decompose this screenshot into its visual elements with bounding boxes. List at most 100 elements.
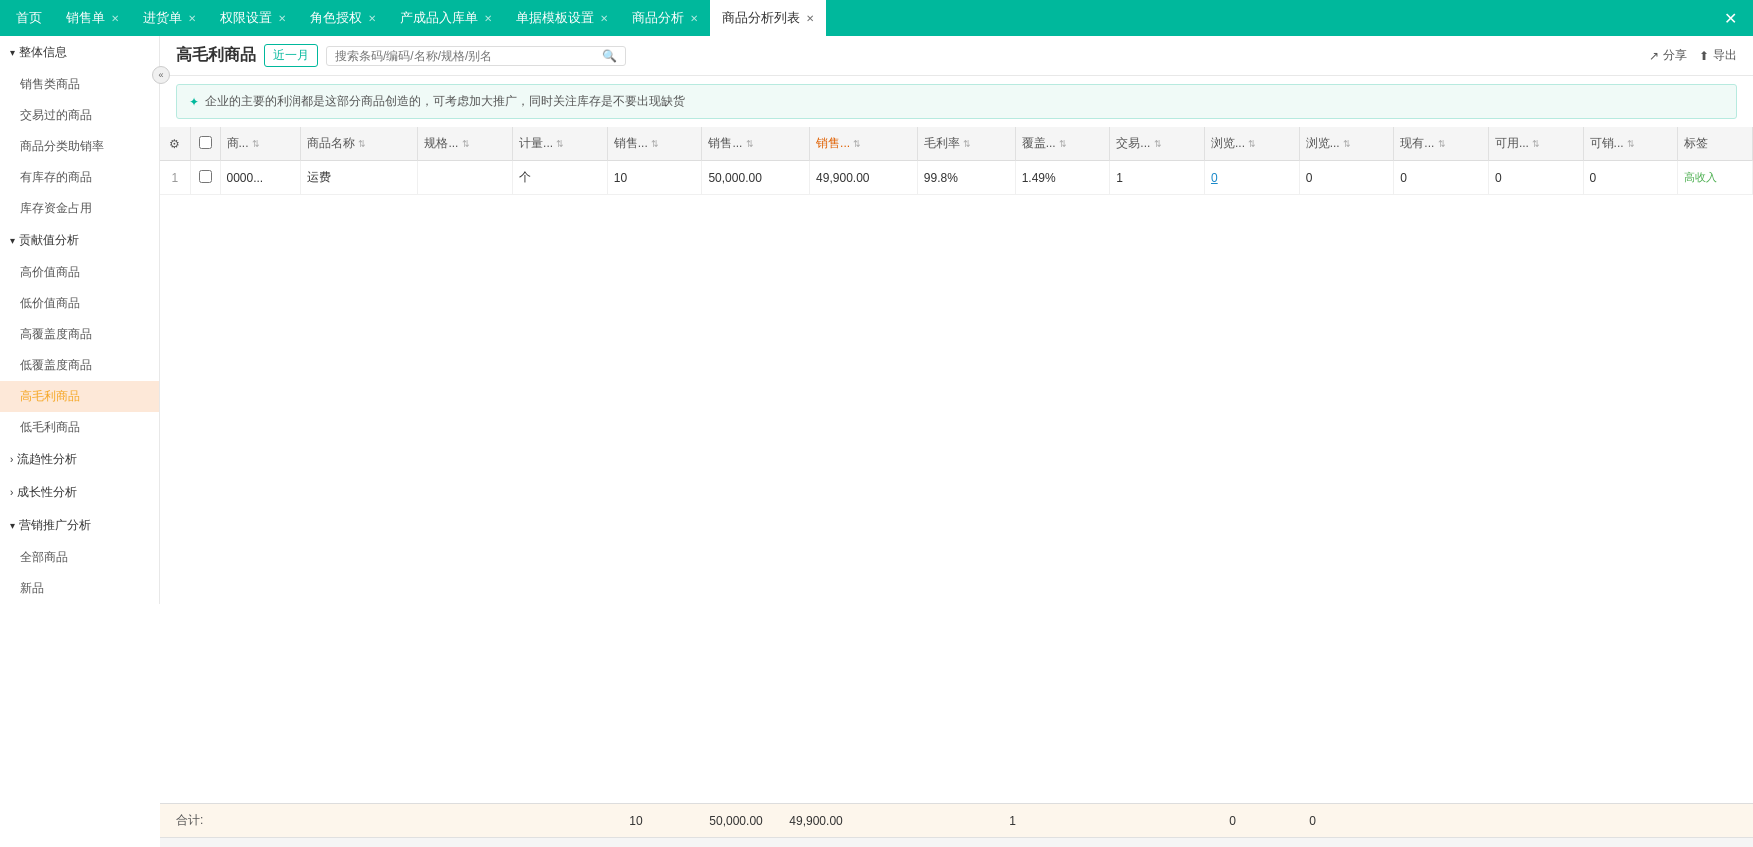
close-icon[interactable]: ✕: [111, 13, 119, 24]
sidebar-item-all-goods[interactable]: 全部商品: [0, 542, 159, 573]
col-sales-profit-header[interactable]: 销售... ⇅: [810, 127, 918, 161]
nav-tab-home[interactable]: 首页: [4, 0, 54, 36]
nav-tab-analysis[interactable]: 商品分析 ✕: [620, 0, 710, 36]
select-all-checkbox[interactable]: [199, 136, 212, 149]
sidebar-item-high-margin[interactable]: 高毛利商品: [0, 381, 159, 412]
info-banner: ✦ 企业的主要的利润都是这部分商品创造的，可考虑加大推广，同时关注库存是不要出现…: [176, 84, 1737, 119]
col-name-header[interactable]: 商品名称 ⇅: [301, 127, 418, 161]
row-sales-profit: 49,900.00: [810, 161, 918, 195]
sidebar-item-low-margin[interactable]: 低毛利商品: [0, 412, 159, 443]
sidebar-group-marketing[interactable]: ▾ 营销推广分析: [0, 509, 159, 542]
table-container: ⚙ 商... ⇅ 商品名称 ⇅ 规格... ⇅ 计量... ⇅ 销售... ⇅ …: [160, 127, 1753, 803]
footer-transactions: 1: [1003, 814, 1083, 828]
close-icon[interactable]: ✕: [484, 13, 492, 24]
col-unit-header[interactable]: 计量... ⇅: [513, 127, 608, 161]
expand-arrow-icon: ▾: [10, 47, 15, 58]
horizontal-scrollbar[interactable]: [160, 837, 1753, 847]
expand-arrow-icon: ›: [10, 454, 13, 465]
close-icon[interactable]: ✕: [690, 13, 698, 24]
footer-stock-available: 0: [1303, 814, 1383, 828]
col-transactions-header[interactable]: 交易... ⇅: [1110, 127, 1205, 161]
sidebar-group-growth[interactable]: › 成长性分析: [0, 476, 159, 509]
sidebar-item-low-value[interactable]: 低价值商品: [0, 288, 159, 319]
close-icon[interactable]: ✕: [188, 13, 196, 24]
sidebar-item-category-rate[interactable]: 商品分类助销率: [0, 131, 159, 162]
col-sales-qty-header[interactable]: 销售... ⇅: [607, 127, 702, 161]
footer-sales-amount: 50,000.00: [703, 814, 783, 828]
col-code-header[interactable]: 商... ⇅: [220, 127, 301, 161]
close-icon[interactable]: ✕: [600, 13, 608, 24]
nav-tab-template[interactable]: 单据模板设置 ✕: [504, 0, 620, 36]
close-icon[interactable]: ✕: [806, 13, 814, 24]
window-close-icon[interactable]: ✕: [1712, 9, 1749, 28]
time-filter-button[interactable]: 近一月: [264, 44, 318, 67]
sidebar-item-high-coverage[interactable]: 高覆盖度商品: [0, 319, 159, 350]
content-area: 高毛利商品 近一月 🔍 ↗ 分享 ⬆ 导出 ✦ 企业的主要的利润都是这部分商品创…: [160, 36, 1753, 847]
sidebar-item-traded-goods[interactable]: 交易过的商品: [0, 100, 159, 131]
col-checkbox: [190, 127, 220, 161]
row-browse1[interactable]: 0: [1204, 161, 1299, 195]
row-sales-qty: 10: [607, 161, 702, 195]
search-input[interactable]: [335, 49, 602, 63]
col-coverage-header[interactable]: 覆盖... ⇅: [1015, 127, 1110, 161]
col-stock-saleable-header[interactable]: 可销... ⇅: [1583, 127, 1678, 161]
sidebar-item-stock-capital[interactable]: 库存资金占用: [0, 193, 159, 224]
col-stock-current-header[interactable]: 现有... ⇅: [1394, 127, 1489, 161]
sidebar-item-high-value[interactable]: 高价值商品: [0, 257, 159, 288]
data-table: ⚙ 商... ⇅ 商品名称 ⇅ 规格... ⇅ 计量... ⇅ 销售... ⇅ …: [160, 127, 1753, 195]
sidebar-item-low-coverage[interactable]: 低覆盖度商品: [0, 350, 159, 381]
footer-sales-qty: 10: [623, 814, 703, 828]
row-checkbox[interactable]: [199, 170, 212, 183]
close-icon[interactable]: ✕: [278, 13, 286, 24]
footer-total-label: 合计:: [176, 812, 223, 829]
sidebar-group-contribution[interactable]: ▾ 贡献值分析: [0, 224, 159, 257]
col-stock-available-header[interactable]: 可用... ⇅: [1488, 127, 1583, 161]
sidebar-collapse-button[interactable]: «: [152, 66, 170, 84]
page-title: 高毛利商品: [176, 45, 256, 66]
close-icon[interactable]: ✕: [368, 13, 376, 24]
row-transactions: 1: [1110, 161, 1205, 195]
header-actions: ↗ 分享 ⬆ 导出: [1649, 47, 1737, 64]
search-icon[interactable]: 🔍: [602, 49, 617, 63]
sidebar-group-overview-items: 销售类商品 交易过的商品 商品分类助销率 有库存的商品 库存资金占用: [0, 69, 159, 224]
sidebar-item-in-stock[interactable]: 有库存的商品: [0, 162, 159, 193]
footer-bar: 合计: 10 50,000.00 49,900.00 1 0 0: [160, 803, 1753, 837]
nav-tab-product-in[interactable]: 产成品入库单 ✕: [388, 0, 504, 36]
sidebar-item-new-goods[interactable]: 新品: [0, 573, 159, 604]
col-gross-margin-header[interactable]: 毛利率 ⇅: [917, 127, 1015, 161]
sidebar-group-overview[interactable]: ▾ 整体信息: [0, 36, 159, 69]
export-button[interactable]: ⬆ 导出: [1699, 47, 1737, 64]
top-nav: 首页 销售单 ✕ 进货单 ✕ 权限设置 ✕ 角色授权 ✕ 产成品入库单 ✕ 单据…: [0, 0, 1753, 36]
sidebar-group-trend[interactable]: › 流趋性分析: [0, 443, 159, 476]
row-code: 0000...: [220, 161, 301, 195]
row-browse2: 0: [1299, 161, 1394, 195]
search-box: 🔍: [326, 46, 626, 66]
table-header-row: ⚙ 商... ⇅ 商品名称 ⇅ 规格... ⇅ 计量... ⇅ 销售... ⇅ …: [160, 127, 1753, 161]
nav-tab-sales[interactable]: 销售单 ✕: [54, 0, 131, 36]
sidebar: ▾ 整体信息 销售类商品 交易过的商品 商品分类助销率 有库存的商品 库存资金占…: [0, 36, 160, 604]
row-sales-amount: 50,000.00: [702, 161, 810, 195]
expand-arrow-icon: ›: [10, 487, 13, 498]
row-checkbox-cell: [190, 161, 220, 195]
row-unit: 个: [513, 161, 608, 195]
nav-tab-analysis-list[interactable]: 商品分析列表 ✕: [710, 0, 826, 36]
row-spec: [418, 161, 513, 195]
sidebar-group-contribution-items: 高价值商品 低价值商品 高覆盖度商品 低覆盖度商品 高毛利商品 低毛利商品: [0, 257, 159, 443]
col-spec-header[interactable]: 规格... ⇅: [418, 127, 513, 161]
row-stock-saleable: 0: [1583, 161, 1678, 195]
content-header: 高毛利商品 近一月 🔍 ↗ 分享 ⬆ 导出: [160, 36, 1753, 76]
sidebar-item-sales-goods[interactable]: 销售类商品: [0, 69, 159, 100]
nav-tab-permission[interactable]: 权限设置 ✕: [208, 0, 298, 36]
col-settings[interactable]: ⚙: [160, 127, 190, 161]
sidebar-group-marketing-items: 全部商品 新品: [0, 542, 159, 604]
share-button[interactable]: ↗ 分享: [1649, 47, 1687, 64]
expand-arrow-icon: ▾: [10, 235, 15, 246]
col-browse2-header[interactable]: 浏览... ⇅: [1299, 127, 1394, 161]
col-tag-header[interactable]: 标签: [1678, 127, 1753, 161]
share-icon: ↗: [1649, 49, 1659, 63]
col-sales-amount-header[interactable]: 销售... ⇅: [702, 127, 810, 161]
nav-tab-role[interactable]: 角色授权 ✕: [298, 0, 388, 36]
col-browse1-header[interactable]: 浏览... ⇅: [1204, 127, 1299, 161]
row-tag: 高收入: [1678, 161, 1753, 195]
nav-tab-purchase[interactable]: 进货单 ✕: [131, 0, 208, 36]
